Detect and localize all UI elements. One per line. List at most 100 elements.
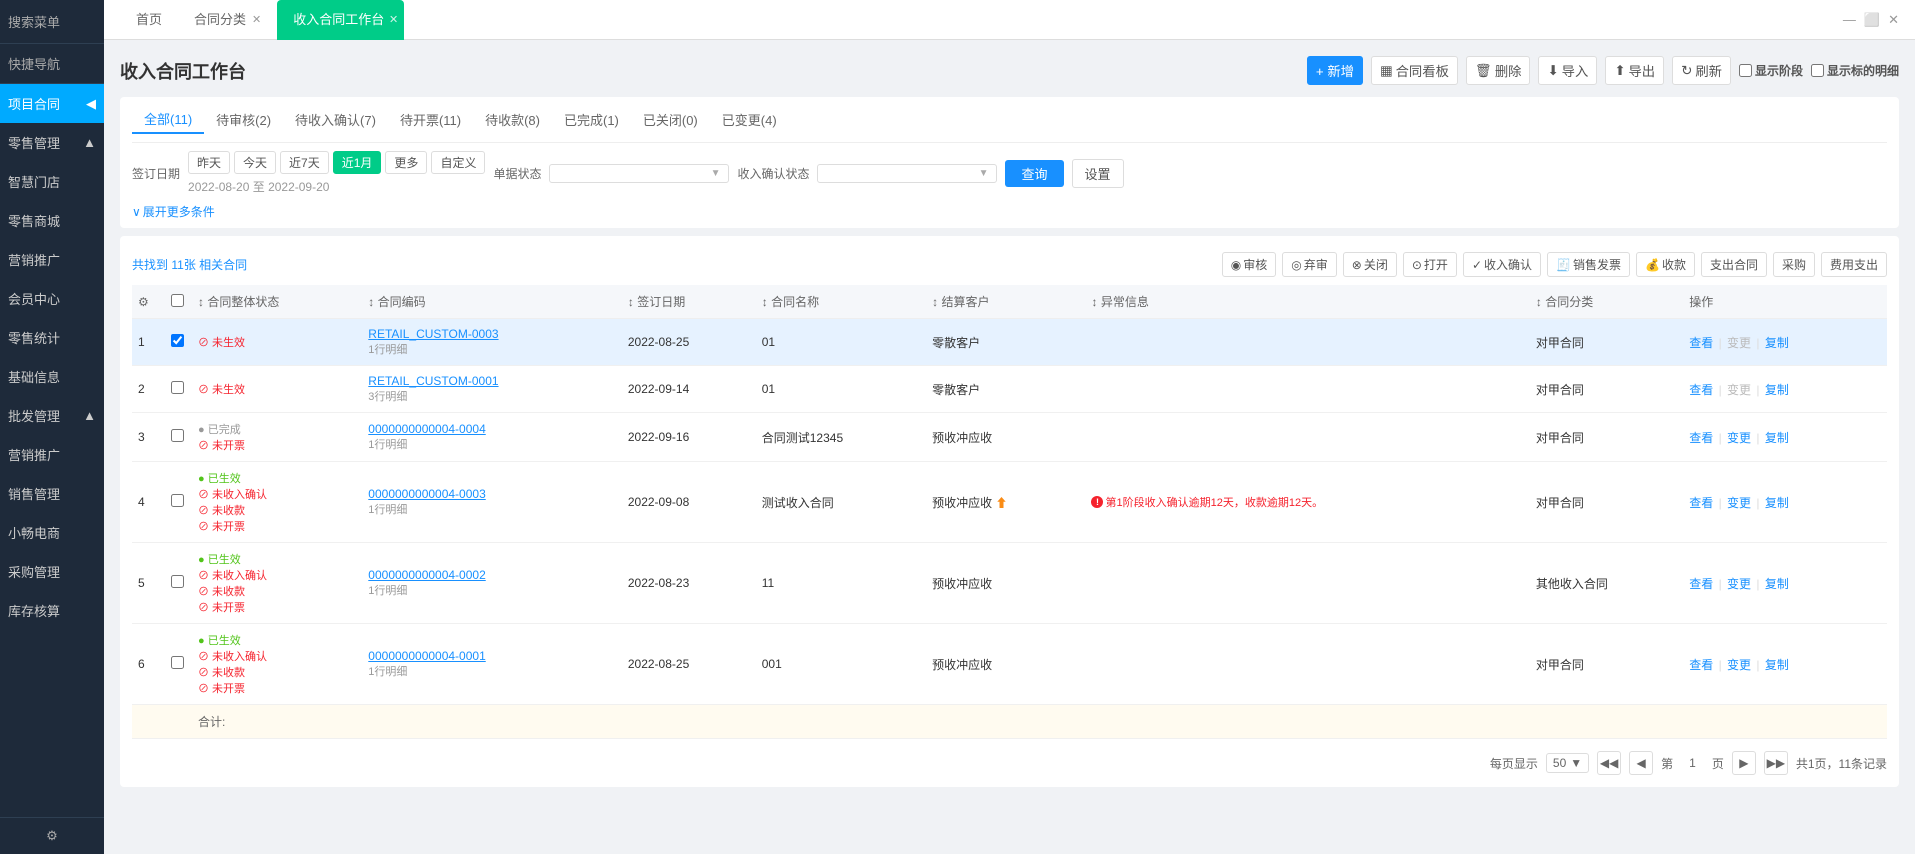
row-code-link[interactable]: 0000000000004-0003 <box>368 487 616 501</box>
search-button[interactable]: 查询 <box>1005 160 1063 187</box>
filter-settings-button[interactable]: 设置 <box>1072 159 1124 188</box>
select-all-checkbox[interactable] <box>171 294 184 307</box>
show-segment-checkbox[interactable]: 显示阶段 <box>1739 62 1803 79</box>
sidebar-item-inventory[interactable]: 库存核算 <box>0 591 104 630</box>
date-1month[interactable]: 近1月 <box>333 151 382 174</box>
sidebar-item-retail[interactable]: 零售管理 ▲ <box>0 123 104 162</box>
sidebar-item-ecom[interactable]: 零售商城 <box>0 201 104 240</box>
confirm-select-arrow: ▼ <box>979 168 989 179</box>
sidebar-item-purchase[interactable]: 采购管理 <box>0 552 104 591</box>
page-size-select[interactable]: 50 ▼ <box>1546 753 1589 773</box>
tab-income-workbench-close[interactable]: ✕ <box>389 0 398 40</box>
sidebar: 搜索菜单 快捷导航 项目合同 ◀ 零售管理 ▲ 智慧门店 零售商城 营销推广 会… <box>0 0 104 854</box>
edit-btn[interactable]: 变更 <box>1727 658 1751 672</box>
sidebar-nav[interactable]: 快捷导航 <box>0 44 104 84</box>
row-checkbox[interactable] <box>171 656 184 669</box>
view-btn[interactable]: 查看 <box>1689 658 1713 672</box>
close-button[interactable]: ⊗ 关闭 <box>1343 252 1397 277</box>
kanban-button[interactable]: ▦ 合同看板 <box>1371 56 1458 85</box>
export-button[interactable]: ⬆ 导出 <box>1605 56 1664 85</box>
filter-tab-closed[interactable]: 已关闭(0) <box>631 106 710 133</box>
table-row: 5 ● 已生效 ⊘ 未收入确认 ⊘ 未收款 ⊘ 未开票 000000000000… <box>132 543 1887 624</box>
filter-tab-pending-invoice[interactable]: 待开票(11) <box>388 106 473 133</box>
tab-home[interactable]: 首页 <box>120 0 178 40</box>
income-confirm-button[interactable]: ✓ 收入确认 <box>1463 252 1541 277</box>
copy-btn[interactable]: 复制 <box>1765 577 1789 591</box>
add-button[interactable]: + 新增 <box>1307 56 1363 85</box>
sidebar-item-project[interactable]: 项目合同 ◀ <box>0 84 104 123</box>
row-checkbox[interactable] <box>171 494 184 507</box>
row-checkbox[interactable] <box>171 381 184 394</box>
row-checkbox[interactable] <box>171 334 184 347</box>
row-code-link[interactable]: 0000000000004-0001 <box>368 649 616 663</box>
view-btn[interactable]: 查看 <box>1689 496 1713 510</box>
tab-contract-cat-close[interactable]: ✕ <box>252 0 261 40</box>
copy-btn[interactable]: 复制 <box>1765 658 1789 672</box>
date-today[interactable]: 今天 <box>234 151 276 174</box>
confirm-select[interactable]: ▼ <box>817 164 997 183</box>
expense-out-button[interactable]: 费用支出 <box>1821 252 1887 277</box>
sidebar-item-smart[interactable]: 智慧门店 <box>0 162 104 201</box>
audit-button[interactable]: ◉ 审核 <box>1222 252 1277 277</box>
sidebar-search[interactable]: 搜索菜单 <box>0 0 104 44</box>
sidebar-item-marketing[interactable]: 营销推广 <box>0 240 104 279</box>
copy-btn[interactable]: 复制 <box>1765 496 1789 510</box>
last-page-btn[interactable]: ▶▶ <box>1764 751 1788 775</box>
sidebar-settings[interactable]: ⚙ <box>0 817 104 854</box>
edit-btn[interactable]: 变更 <box>1727 496 1751 510</box>
row-checkbox[interactable] <box>171 429 184 442</box>
row-checkbox[interactable] <box>171 575 184 588</box>
prev-page-btn[interactable]: ◀ <box>1629 751 1653 775</box>
show-detail-checkbox[interactable]: 显示标的明细 <box>1811 62 1899 79</box>
minimize-icon[interactable]: — <box>1843 12 1856 27</box>
tab-income-workbench[interactable]: 收入合同工作台 ✕ <box>277 0 404 40</box>
edit-btn[interactable]: 变更 <box>1727 577 1751 591</box>
tab-contract-cat[interactable]: 合同分类 ✕ <box>178 0 277 40</box>
row-code-link[interactable]: RETAIL_CUSTOM-0001 <box>368 374 616 388</box>
sidebar-item-batch[interactable]: 批发管理 ▲ <box>0 396 104 435</box>
filter-tab-pending[interactable]: 待审核(2) <box>204 106 283 133</box>
sidebar-item-xiaochang[interactable]: 小畅电商 <box>0 513 104 552</box>
filter-tab-pending-collect[interactable]: 待收款(8) <box>473 106 552 133</box>
maximize-icon[interactable]: ⬜ <box>1864 12 1880 28</box>
next-page-btn[interactable]: ▶ <box>1732 751 1756 775</box>
sidebar-item-base[interactable]: 基础信息 <box>0 357 104 396</box>
refresh-button[interactable]: ↻ 刷新 <box>1672 56 1731 85</box>
purchase-button[interactable]: 采购 <box>1773 252 1815 277</box>
close-icon[interactable]: ✕ <box>1888 12 1899 28</box>
filter-tab-done[interactable]: 已完成(1) <box>552 106 631 133</box>
sidebar-item-sales[interactable]: 销售管理 <box>0 474 104 513</box>
copy-btn[interactable]: 复制 <box>1765 431 1789 445</box>
row-code-link[interactable]: 0000000000004-0002 <box>368 568 616 582</box>
date-yesterday[interactable]: 昨天 <box>188 151 230 174</box>
row-code-link[interactable]: RETAIL_CUSTOM-0003 <box>368 327 616 341</box>
copy-btn[interactable]: 复制 <box>1765 336 1789 350</box>
date-custom[interactable]: 自定义 <box>431 151 485 174</box>
abandon-audit-button[interactable]: ◎ 弃审 <box>1282 252 1337 277</box>
date-more[interactable]: 更多 <box>385 151 427 174</box>
view-btn[interactable]: 查看 <box>1689 431 1713 445</box>
view-btn[interactable]: 查看 <box>1689 383 1713 397</box>
row-code-link[interactable]: 0000000000004-0004 <box>368 422 616 436</box>
view-btn[interactable]: 查看 <box>1689 577 1713 591</box>
view-btn[interactable]: 查看 <box>1689 336 1713 350</box>
sidebar-item-member[interactable]: 会员中心 <box>0 279 104 318</box>
status-select[interactable]: ▼ <box>549 164 729 183</box>
delete-button[interactable]: 🗑 删除 <box>1466 56 1531 85</box>
expand-filter-button[interactable]: ∨ 展开更多条件 <box>132 203 1887 220</box>
first-page-btn[interactable]: ◀◀ <box>1597 751 1621 775</box>
edit-btn[interactable]: 变更 <box>1727 431 1751 445</box>
collect-button[interactable]: 💰 收款 <box>1636 252 1695 277</box>
sidebar-item-stat[interactable]: 零售统计 <box>0 318 104 357</box>
sidebar-item-marketing2[interactable]: 营销推广 <box>0 435 104 474</box>
copy-btn[interactable]: 复制 <box>1765 383 1789 397</box>
open-button[interactable]: ⊙ 打开 <box>1403 252 1457 277</box>
filter-tab-pending-confirm[interactable]: 待收入确认(7) <box>283 106 388 133</box>
filter-tab-changed[interactable]: 已变更(4) <box>710 106 789 133</box>
expense-contract-button[interactable]: 支出合同 <box>1701 252 1767 277</box>
invoice-button[interactable]: 🧾 销售发票 <box>1547 252 1630 277</box>
filter-tab-all[interactable]: 全部(11) <box>132 105 204 134</box>
date-7days[interactable]: 近7天 <box>280 151 329 174</box>
refresh-icon: ↻ <box>1681 63 1692 79</box>
import-button[interactable]: ⬇ 导入 <box>1538 56 1597 85</box>
